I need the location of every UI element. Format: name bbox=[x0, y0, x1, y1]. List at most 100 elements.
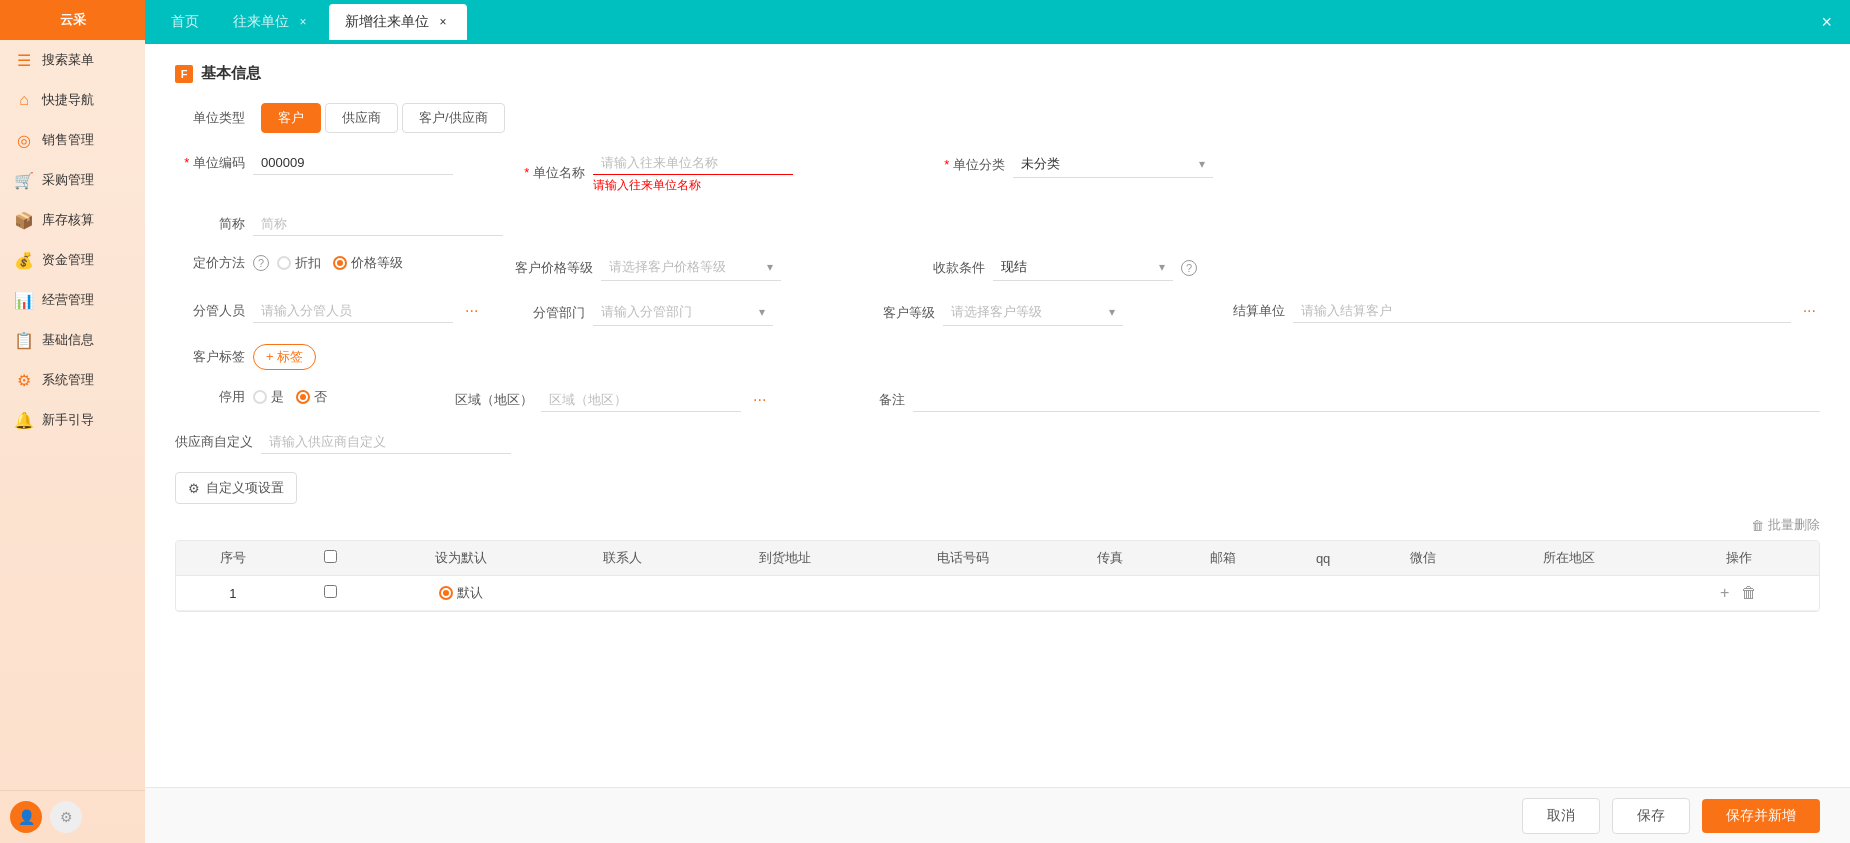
tab-home[interactable]: 首页 bbox=[155, 4, 215, 40]
row-default-label: 默认 bbox=[457, 584, 483, 602]
settlement-input[interactable] bbox=[1293, 299, 1791, 323]
type-btn-both[interactable]: 客户/供应商 bbox=[402, 103, 505, 133]
payment-terms-help-icon[interactable]: ? bbox=[1181, 260, 1197, 276]
add-tag-button[interactable]: + 标签 bbox=[253, 344, 316, 370]
sidebar-item-search[interactable]: ☰ 搜索菜单 bbox=[0, 40, 145, 80]
department-select[interactable]: 请输入分管部门 ▾ bbox=[593, 299, 773, 326]
save-new-button[interactable]: 保存并新增 bbox=[1702, 799, 1820, 833]
manager-group: 分管人员 ··· bbox=[175, 299, 515, 323]
customer-level-select[interactable]: 请选择客户等级 ▾ bbox=[943, 299, 1123, 326]
sidebar-item-quick-nav[interactable]: ⌂ 快捷导航 bbox=[0, 80, 145, 120]
supplier-custom-input[interactable] bbox=[261, 430, 511, 454]
pricing-discount-option[interactable]: 折扣 bbox=[277, 254, 321, 272]
section-icon: F bbox=[175, 65, 193, 83]
payment-terms-label: 收款条件 bbox=[915, 259, 985, 277]
pricing-level-option[interactable]: 价格等级 bbox=[333, 254, 403, 272]
disable-yes-option[interactable]: 是 bbox=[253, 388, 284, 406]
unit-type-row: 单位类型 客户 供应商 客户/供应商 bbox=[175, 103, 1820, 133]
th-wechat: 微信 bbox=[1366, 541, 1480, 576]
sidebar-item-finance[interactable]: 💰 资金管理 bbox=[0, 240, 145, 280]
disable-no-label: 否 bbox=[314, 388, 327, 406]
notes-label: 备注 bbox=[835, 391, 905, 409]
row-address bbox=[696, 576, 874, 611]
row-wechat bbox=[1366, 576, 1480, 611]
disable-label: 停用 bbox=[175, 388, 245, 406]
basic-icon: 📋 bbox=[14, 330, 34, 350]
sidebar-item-guide[interactable]: 🔔 新手引导 bbox=[0, 400, 145, 440]
sidebar-settings-icon[interactable]: ⚙ bbox=[50, 801, 82, 833]
supplier-custom-row: 供应商自定义 bbox=[175, 430, 1820, 454]
supplier-custom-group: 供应商自定义 bbox=[175, 430, 1820, 454]
row-delete-button[interactable]: 🗑 bbox=[1737, 584, 1761, 601]
sidebar-item-label: 基础信息 bbox=[42, 331, 94, 349]
gear-icon: ⚙ bbox=[188, 481, 200, 496]
system-icon: ⚙ bbox=[14, 370, 34, 390]
payment-terms-value: 现结 bbox=[1001, 258, 1155, 276]
row-default-cell: 默认 bbox=[372, 576, 550, 611]
content-area: F 基本信息 单位类型 客户 供应商 客户/供应商 单位编码 单位名称 bbox=[145, 44, 1850, 787]
row-checkbox[interactable] bbox=[324, 585, 337, 598]
bottom-bar: 取消 保存 保存并新增 bbox=[145, 787, 1850, 843]
sidebar-item-inventory[interactable]: 📦 库存核算 bbox=[0, 200, 145, 240]
disable-yes-label: 是 bbox=[271, 388, 284, 406]
row-fax bbox=[1053, 576, 1167, 611]
cancel-button[interactable]: 取消 bbox=[1522, 798, 1600, 834]
batch-delete-icon: 🗑 bbox=[1751, 518, 1764, 533]
sidebar-item-system[interactable]: ⚙ 系统管理 bbox=[0, 360, 145, 400]
purchase-icon: 🛒 bbox=[14, 170, 34, 190]
main-area: 首页 往来单位 × 新增往来单位 × × F 基本信息 单位类型 客户 供应商 bbox=[145, 0, 1850, 843]
tags-label: 客户标签 bbox=[175, 348, 245, 366]
sidebar-item-purchase[interactable]: 🛒 采购管理 bbox=[0, 160, 145, 200]
save-button[interactable]: 保存 bbox=[1612, 798, 1690, 834]
th-checkbox bbox=[290, 541, 372, 576]
home-icon: ⌂ bbox=[14, 90, 34, 110]
disable-no-radio bbox=[296, 390, 310, 404]
table-row: 1 默认 bbox=[176, 576, 1819, 611]
payment-terms-select[interactable]: 现结 ▾ bbox=[993, 254, 1173, 281]
th-phone: 电话号码 bbox=[874, 541, 1052, 576]
disable-no-option[interactable]: 否 bbox=[296, 388, 327, 406]
search-icon: ☰ bbox=[14, 50, 34, 70]
sidebar-item-label: 库存核算 bbox=[42, 211, 94, 229]
abbreviation-input[interactable] bbox=[253, 212, 503, 236]
unit-type-label: 单位类型 bbox=[175, 109, 245, 127]
custom-settings-button[interactable]: ⚙ 自定义项设置 bbox=[175, 472, 297, 504]
unit-code-label: 单位编码 bbox=[175, 154, 245, 172]
region-input[interactable] bbox=[541, 388, 741, 412]
sidebar-item-operations[interactable]: 📊 经营管理 bbox=[0, 280, 145, 320]
pricing-level-label: 价格等级 bbox=[351, 254, 403, 272]
manager-dots-button[interactable]: ··· bbox=[461, 302, 482, 320]
global-close-button[interactable]: × bbox=[1813, 12, 1840, 33]
tab-new-partner-close[interactable]: × bbox=[435, 14, 451, 30]
pricing-help-icon[interactable]: ? bbox=[253, 255, 269, 271]
region-dots-button[interactable]: ··· bbox=[749, 391, 770, 409]
select-all-checkbox[interactable] bbox=[324, 550, 337, 563]
settlement-dots-button[interactable]: ··· bbox=[1799, 302, 1820, 320]
customer-price-level-value: 请选择客户价格等级 bbox=[609, 258, 763, 276]
tab-new-partner[interactable]: 新增往来单位 × bbox=[329, 4, 467, 40]
inventory-icon: 📦 bbox=[14, 210, 34, 230]
settlement-group: 结算单位 ··· bbox=[1215, 299, 1820, 323]
sidebar-item-label: 系统管理 bbox=[42, 371, 94, 389]
row-add-button[interactable]: + bbox=[1716, 584, 1733, 601]
unit-type-group: 单位类型 客户 供应商 客户/供应商 bbox=[175, 103, 1820, 133]
manager-input[interactable] bbox=[253, 299, 453, 323]
batch-delete-button[interactable]: 🗑 批量删除 bbox=[1751, 516, 1820, 534]
type-btn-customer[interactable]: 客户 bbox=[261, 103, 321, 133]
unit-category-value: 未分类 bbox=[1021, 155, 1195, 173]
tab-partners[interactable]: 往来单位 × bbox=[217, 4, 327, 40]
disable-group: 停用 是 否 bbox=[175, 388, 455, 406]
th-qq: qq bbox=[1280, 541, 1365, 576]
tab-partners-close[interactable]: × bbox=[295, 14, 311, 30]
unit-category-select[interactable]: 未分类 ▾ bbox=[1013, 151, 1213, 178]
unit-code-input[interactable] bbox=[253, 151, 453, 175]
department-value: 请输入分管部门 bbox=[601, 303, 755, 321]
sidebar-user-icon[interactable]: 👤 bbox=[10, 801, 42, 833]
notes-input[interactable] bbox=[913, 388, 1820, 412]
row-default-radio-label[interactable]: 默认 bbox=[382, 584, 540, 602]
sidebar-item-basic[interactable]: 📋 基础信息 bbox=[0, 320, 145, 360]
sidebar-item-sales[interactable]: ◎ 销售管理 bbox=[0, 120, 145, 160]
customer-price-level-select[interactable]: 请选择客户价格等级 ▾ bbox=[601, 254, 781, 281]
type-btn-supplier[interactable]: 供应商 bbox=[325, 103, 398, 133]
unit-name-input[interactable] bbox=[593, 151, 793, 175]
